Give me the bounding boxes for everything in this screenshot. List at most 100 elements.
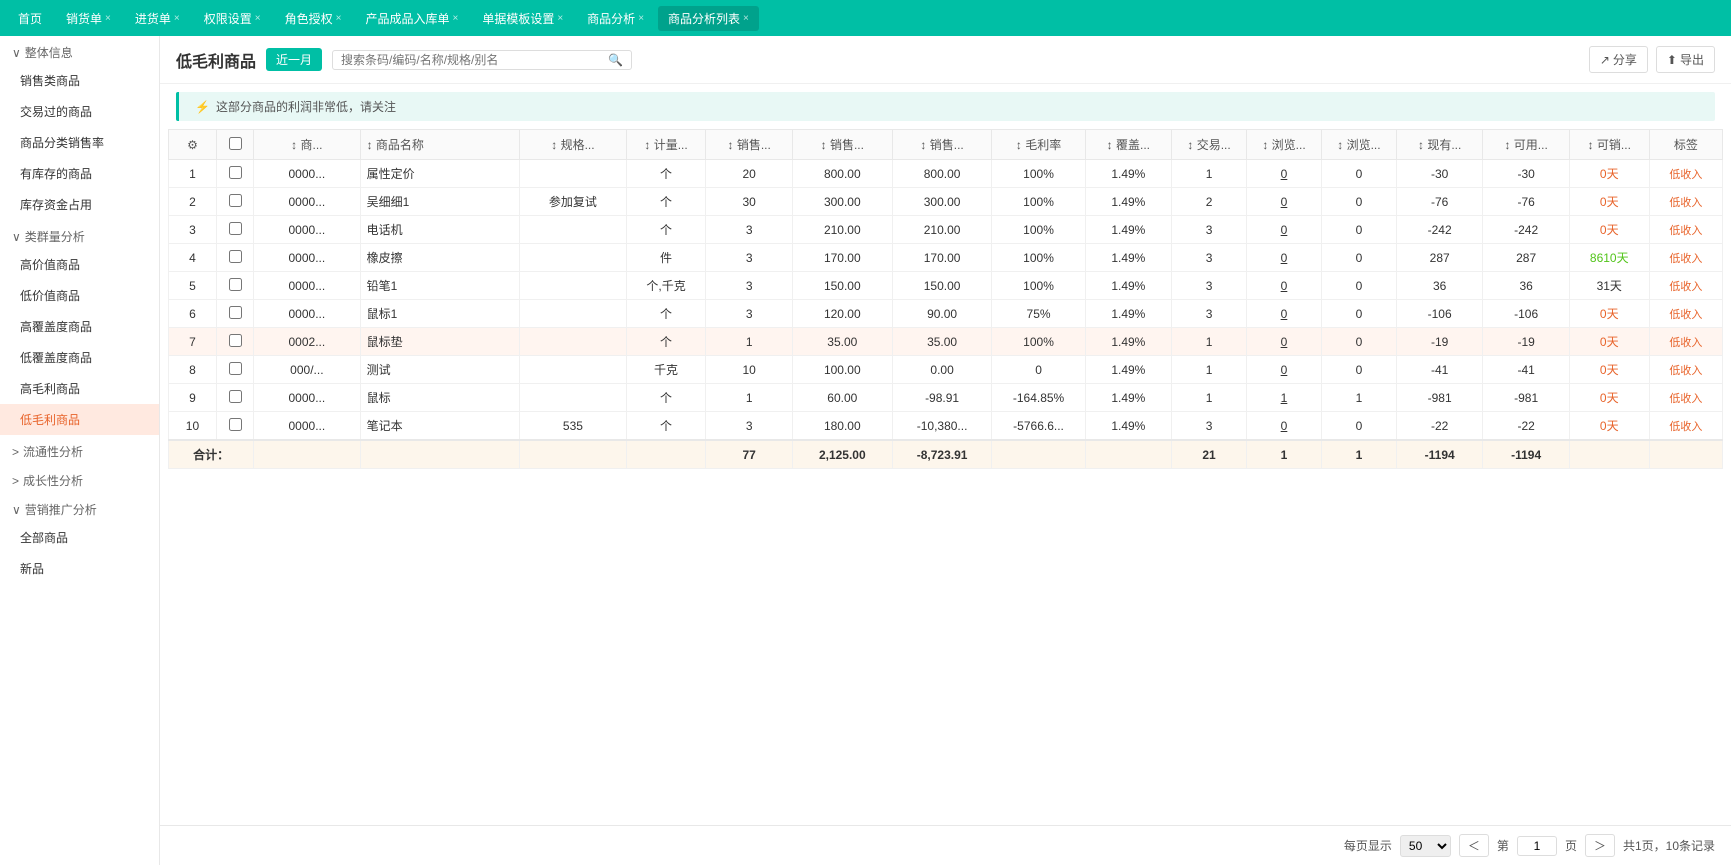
sidebar-item-traded[interactable]: 交易过的商品: [0, 96, 159, 127]
row-checkbox[interactable]: [229, 418, 242, 431]
nav-sales-order[interactable]: 销货单 ×: [56, 6, 121, 31]
nav-role-auth[interactable]: 角色授权 ×: [275, 6, 352, 31]
row-views1[interactable]: 0: [1247, 356, 1322, 384]
th-name[interactable]: ↕ 商品名称: [360, 130, 520, 160]
sidebar-item-capital[interactable]: 库存资金占用: [0, 189, 159, 220]
sidebar-item-low-margin[interactable]: 低毛利商品: [0, 404, 159, 435]
row-views1[interactable]: 0: [1247, 328, 1322, 356]
row-checkbox[interactable]: [229, 278, 242, 291]
row-checkbox[interactable]: [229, 222, 242, 235]
nav-analysis-list[interactable]: 商品分析列表 ×: [658, 6, 759, 31]
export-btn[interactable]: ⬆ 导出: [1656, 46, 1715, 73]
th-check[interactable]: [216, 130, 253, 160]
row-views1[interactable]: 1: [1247, 384, 1322, 412]
nav-purchase-order[interactable]: 进货单 ×: [125, 6, 190, 31]
sidebar-item-new-products[interactable]: 新品: [0, 553, 159, 584]
th-trade-count[interactable]: ↕ 交易...: [1172, 130, 1247, 160]
search-input[interactable]: [341, 53, 608, 67]
row-views1[interactable]: 0: [1247, 244, 1322, 272]
row-views1[interactable]: 0: [1247, 160, 1322, 188]
sidebar-group-cluster[interactable]: ∨ 类群量分析: [0, 220, 159, 249]
nav-home[interactable]: 首页: [8, 6, 52, 31]
sidebar-item-in-stock[interactable]: 有库存的商品: [0, 158, 159, 189]
row-check[interactable]: [216, 300, 253, 328]
sidebar-group-overall[interactable]: ∨ 整体信息: [0, 36, 159, 65]
row-check[interactable]: [216, 216, 253, 244]
row-coverage: 1.49%: [1085, 244, 1171, 272]
th-gross-rate[interactable]: ↕ 毛利率: [992, 130, 1085, 160]
row-views1[interactable]: 0: [1247, 412, 1322, 441]
th-spec[interactable]: ↕ 规格...: [520, 130, 626, 160]
per-page-select[interactable]: 20 50 100: [1400, 835, 1451, 857]
row-views1[interactable]: 0: [1247, 272, 1322, 300]
nav-close-analysis-list[interactable]: ×: [743, 13, 749, 24]
row-check[interactable]: [216, 244, 253, 272]
row-check[interactable]: [216, 384, 253, 412]
nav-close-sales[interactable]: ×: [105, 13, 111, 24]
nav-close-analysis[interactable]: ×: [638, 13, 644, 24]
nav-close-product[interactable]: ×: [452, 13, 458, 24]
row-unit: 个: [626, 384, 706, 412]
gear-icon[interactable]: ⚙: [187, 138, 198, 152]
row-check[interactable]: [216, 328, 253, 356]
row-check[interactable]: [216, 188, 253, 216]
row-checkbox[interactable]: [229, 250, 242, 263]
th-views1[interactable]: ↕ 浏览...: [1247, 130, 1322, 160]
select-all-checkbox[interactable]: [229, 137, 242, 150]
th-sales-amt[interactable]: ↕ 销售...: [792, 130, 892, 160]
nav-template-settings[interactable]: 单据模板设置 ×: [472, 6, 573, 31]
th-avail-stock[interactable]: ↕ 可用...: [1483, 130, 1569, 160]
row-views1[interactable]: 0: [1247, 300, 1322, 328]
sidebar-item-high-value[interactable]: 高价值商品: [0, 249, 159, 280]
row-num: 3: [169, 216, 217, 244]
sidebar-item-all-products[interactable]: 全部商品: [0, 522, 159, 553]
sidebar-item-low-value[interactable]: 低价值商品: [0, 280, 159, 311]
table-row: 6 0000... 鼠标1 个 3 120.00 90.00 75% 1.49%…: [169, 300, 1723, 328]
th-coverage[interactable]: ↕ 覆盖...: [1085, 130, 1171, 160]
row-views2: 1: [1321, 384, 1396, 412]
nav-close-template[interactable]: ×: [557, 13, 563, 24]
row-check[interactable]: [216, 272, 253, 300]
prev-page-btn[interactable]: ＜: [1459, 834, 1489, 857]
page-input[interactable]: [1517, 836, 1557, 856]
row-checkbox[interactable]: [229, 334, 242, 347]
th-sales-profit[interactable]: ↕ 销售...: [892, 130, 992, 160]
sidebar-group-growth[interactable]: > 成长性分析: [0, 464, 159, 493]
nav-close-role[interactable]: ×: [336, 13, 342, 24]
row-check[interactable]: [216, 356, 253, 384]
sidebar-group-marketing[interactable]: ∨ 营销推广分析: [0, 493, 159, 522]
row-checkbox[interactable]: [229, 194, 242, 207]
nav-close-purchase[interactable]: ×: [174, 13, 180, 24]
th-current-stock[interactable]: ↕ 现有...: [1396, 130, 1482, 160]
row-views1[interactable]: 0: [1247, 216, 1322, 244]
th-unit[interactable]: ↕ 计量...: [626, 130, 706, 160]
row-checkbox[interactable]: [229, 362, 242, 375]
sidebar-item-high-margin[interactable]: 高毛利商品: [0, 373, 159, 404]
nav-permissions[interactable]: 权限设置 ×: [194, 6, 271, 31]
sidebar-item-sales-category[interactable]: 销售类商品: [0, 65, 159, 96]
row-tag: 低收入: [1649, 356, 1722, 384]
date-filter-btn[interactable]: 近一月: [266, 48, 322, 71]
sidebar-item-category-rate[interactable]: 商品分类销售率: [0, 127, 159, 158]
row-checkbox[interactable]: [229, 166, 242, 179]
nav-product-analysis[interactable]: 商品分析 ×: [577, 6, 654, 31]
share-btn[interactable]: ↗ 分享: [1589, 46, 1648, 73]
th-sales-qty[interactable]: ↕ 销售...: [706, 130, 792, 160]
search-icon[interactable]: 🔍: [608, 53, 623, 67]
row-checkbox[interactable]: [229, 390, 242, 403]
sidebar-item-high-coverage[interactable]: 高覆盖度商品: [0, 311, 159, 342]
th-settings[interactable]: ⚙: [169, 130, 217, 160]
row-sales-profit: -98.91: [892, 384, 992, 412]
th-code[interactable]: ↕ 商...: [254, 130, 360, 160]
next-page-btn[interactable]: ＞: [1585, 834, 1615, 857]
row-views1[interactable]: 0: [1247, 188, 1322, 216]
row-check[interactable]: [216, 160, 253, 188]
nav-product-instock[interactable]: 产品成品入库单 ×: [355, 6, 468, 31]
th-saleable-days[interactable]: ↕ 可销...: [1569, 130, 1649, 160]
sidebar-group-flow[interactable]: > 流通性分析: [0, 435, 159, 464]
sidebar-item-low-coverage[interactable]: 低覆盖度商品: [0, 342, 159, 373]
row-check[interactable]: [216, 412, 253, 441]
nav-close-permissions[interactable]: ×: [255, 13, 261, 24]
th-views2[interactable]: ↕ 浏览...: [1321, 130, 1396, 160]
row-checkbox[interactable]: [229, 306, 242, 319]
